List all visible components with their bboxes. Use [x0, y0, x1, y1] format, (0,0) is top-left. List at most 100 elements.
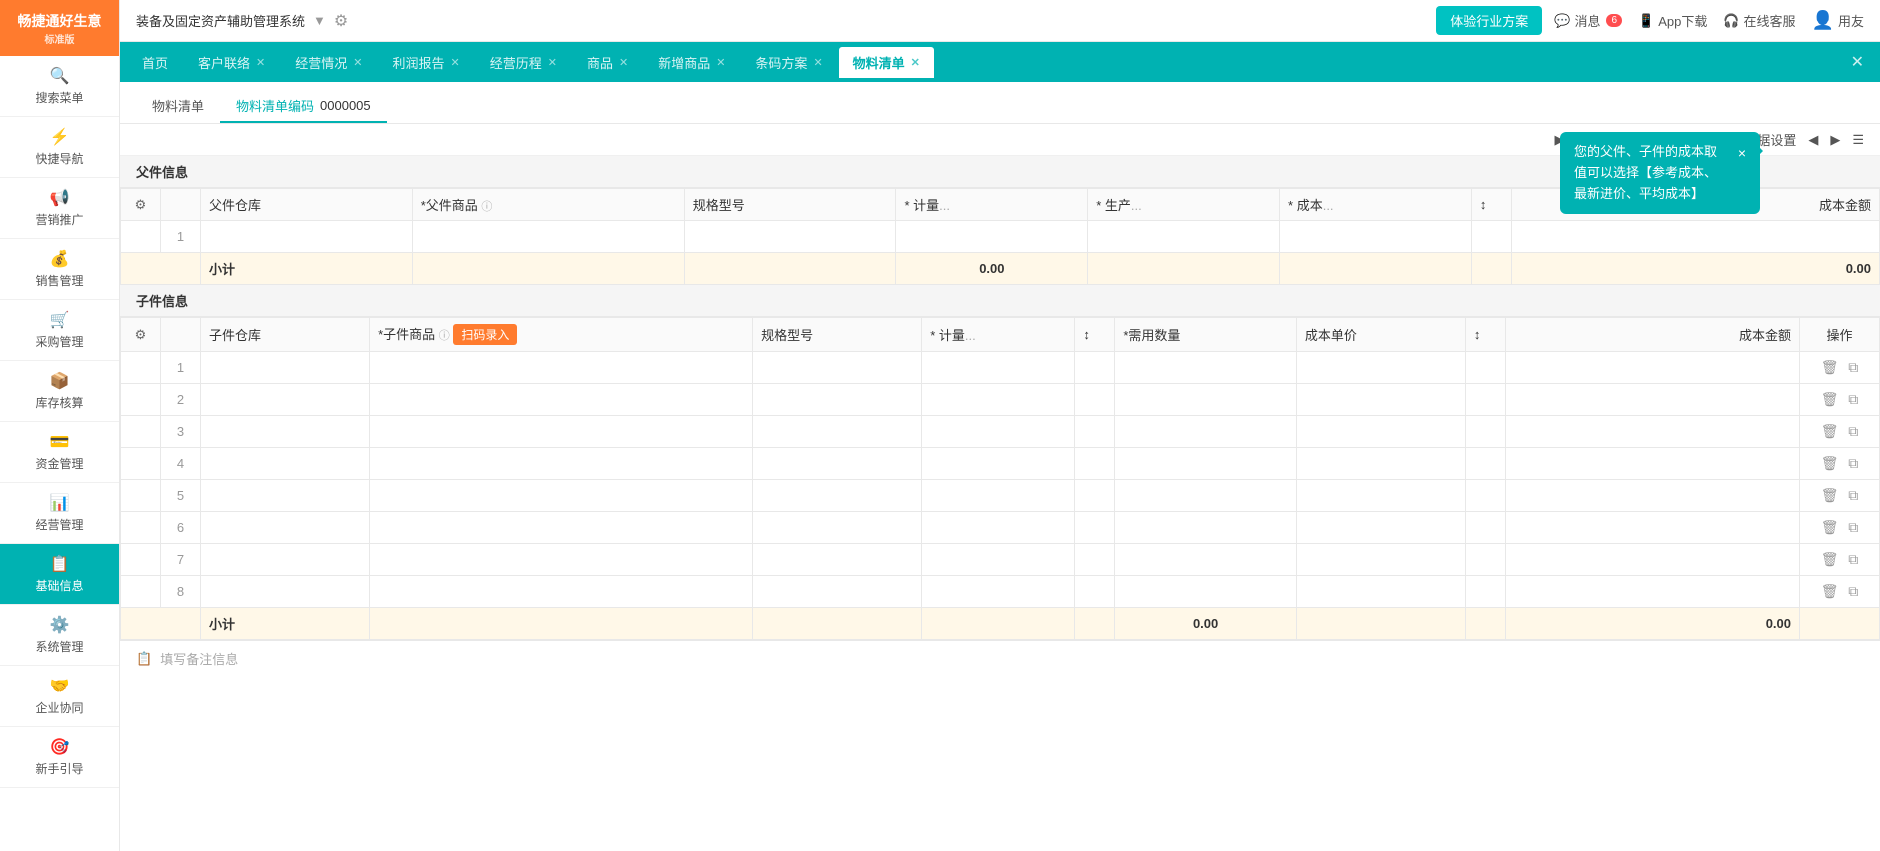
- nav-tab-bom[interactable]: 物料清单✕: [839, 47, 934, 78]
- close-tab-barcode[interactable]: ✕: [813, 56, 822, 69]
- child-goods-cell-1[interactable]: [370, 352, 753, 384]
- child-spec-cell-5[interactable]: [753, 480, 922, 512]
- nav-prev-btn[interactable]: ◀: [1808, 132, 1818, 148]
- child-spec-cell-6[interactable]: [753, 512, 922, 544]
- child-qty-cell-5[interactable]: [1115, 480, 1296, 512]
- child-goods-cell-8[interactable]: [370, 576, 753, 608]
- sidebar-item-basic[interactable]: 📋基础信息: [0, 544, 119, 605]
- delete-row-2[interactable]: 🗑: [1821, 391, 1839, 407]
- child-qty-cell-2[interactable]: [1115, 384, 1296, 416]
- child-goods-cell-6[interactable]: [370, 512, 753, 544]
- child-unit-cell-5[interactable]: [922, 480, 1075, 512]
- nav-tab-profit[interactable]: 利润报告✕: [378, 47, 473, 78]
- child-unit-cell-4[interactable]: [922, 448, 1075, 480]
- child-unit-cell-2[interactable]: [922, 384, 1075, 416]
- child-spec-cell-3[interactable]: [753, 416, 922, 448]
- delete-row-7[interactable]: 🗑: [1821, 551, 1839, 567]
- parent-warehouse-cell[interactable]: [201, 221, 413, 253]
- child-goods-cell-4[interactable]: [370, 448, 753, 480]
- child-warehouse-cell-1[interactable]: [201, 352, 370, 384]
- child-warehouse-cell-2[interactable]: [201, 384, 370, 416]
- child-unit-cell-7[interactable]: [922, 544, 1075, 576]
- child-unit-price-cell-6[interactable]: [1296, 512, 1465, 544]
- delete-row-3[interactable]: 🗑: [1821, 423, 1839, 439]
- settings-icon[interactable]: ⚙: [334, 11, 348, 31]
- copy-row-3[interactable]: ⧉: [1848, 423, 1858, 439]
- child-qty-cell-7[interactable]: [1115, 544, 1296, 576]
- parent-unit-cell[interactable]: [896, 221, 1088, 253]
- close-tab-profit[interactable]: ✕: [451, 56, 460, 69]
- child-unit-price-cell-4[interactable]: [1296, 448, 1465, 480]
- user-menu[interactable]: 👤 用友: [1812, 10, 1864, 31]
- child-qty-cell-4[interactable]: [1115, 448, 1296, 480]
- child-unit-cell-8[interactable]: [922, 576, 1075, 608]
- sidebar-item-search[interactable]: 🔍搜索菜单: [0, 56, 119, 117]
- copy-row-6[interactable]: ⧉: [1848, 519, 1858, 535]
- child-qty-cell-3[interactable]: [1115, 416, 1296, 448]
- trial-btn[interactable]: 体验行业方案: [1436, 6, 1542, 35]
- child-warehouse-cell-3[interactable]: [201, 416, 370, 448]
- tooltip-close-btn[interactable]: ×: [1738, 142, 1746, 164]
- child-unit-price-cell-8[interactable]: [1296, 576, 1465, 608]
- child-qty-cell-8[interactable]: [1115, 576, 1296, 608]
- sidebar-item-collab[interactable]: 🤝企业协同: [0, 666, 119, 727]
- child-warehouse-cell-5[interactable]: [201, 480, 370, 512]
- child-unit-price-cell-3[interactable]: [1296, 416, 1465, 448]
- child-unit-price-cell-2[interactable]: [1296, 384, 1465, 416]
- notes-text[interactable]: 填写备注信息: [160, 649, 238, 668]
- nav-tab-operations[interactable]: 经营情况✕: [281, 47, 376, 78]
- child-unit-price-cell-5[interactable]: [1296, 480, 1465, 512]
- child-col-settings[interactable]: ⚙: [121, 318, 161, 352]
- child-unit-price-cell-7[interactable]: [1296, 544, 1465, 576]
- online-service-btn[interactable]: 🎧 在线客服: [1723, 11, 1795, 30]
- parent-cost-cell[interactable]: [1280, 221, 1472, 253]
- close-all-tabs[interactable]: ✕: [1843, 52, 1872, 72]
- close-tab-history[interactable]: ✕: [548, 56, 557, 69]
- sidebar-item-quicknav[interactable]: ⚡快捷导航: [0, 117, 119, 178]
- parent-produce-cell[interactable]: [1088, 221, 1280, 253]
- child-warehouse-cell-6[interactable]: [201, 512, 370, 544]
- delete-row-4[interactable]: 🗑: [1821, 455, 1839, 471]
- child-spec-cell-2[interactable]: [753, 384, 922, 416]
- copy-row-1[interactable]: ⧉: [1848, 359, 1858, 375]
- nav-tab-goods[interactable]: 商品✕: [573, 47, 642, 78]
- sub-tab-list[interactable]: 物料清单: [136, 90, 220, 123]
- nav-tab-history[interactable]: 经营历程✕: [476, 47, 571, 78]
- sidebar-item-sales[interactable]: 💰销售管理: [0, 239, 119, 300]
- child-unit-cell-3[interactable]: [922, 416, 1075, 448]
- child-warehouse-cell-4[interactable]: [201, 448, 370, 480]
- sub-tab-detail[interactable]: 物料清单编码 0000005: [220, 90, 387, 123]
- child-unit-price-cell-1[interactable]: [1296, 352, 1465, 384]
- scan-btn[interactable]: 扫码录入: [453, 324, 517, 345]
- child-unit-cell-1[interactable]: [922, 352, 1075, 384]
- nav-tab-home[interactable]: 首页: [128, 47, 182, 78]
- child-goods-cell-2[interactable]: [370, 384, 753, 416]
- nav-tab-customers[interactable]: 客户联络✕: [184, 47, 279, 78]
- child-spec-cell-8[interactable]: [753, 576, 922, 608]
- close-tab-bom[interactable]: ✕: [911, 56, 920, 69]
- delete-row-1[interactable]: 🗑: [1821, 359, 1839, 375]
- child-qty-cell-6[interactable]: [1115, 512, 1296, 544]
- sidebar-item-marketing[interactable]: 📢营销推广: [0, 178, 119, 239]
- child-spec-cell-7[interactable]: [753, 544, 922, 576]
- copy-row-4[interactable]: ⧉: [1848, 455, 1858, 471]
- close-tab-customers[interactable]: ✕: [256, 56, 265, 69]
- parent-spec-cell[interactable]: [684, 221, 896, 253]
- nav-tab-new_goods[interactable]: 新增商品✕: [644, 47, 739, 78]
- app-download-btn[interactable]: 📱 App下载: [1638, 11, 1707, 30]
- close-tab-operations[interactable]: ✕: [353, 56, 362, 69]
- copy-row-7[interactable]: ⧉: [1848, 551, 1858, 567]
- grid-view-btn[interactable]: ☰: [1852, 132, 1864, 148]
- nav-tab-barcode[interactable]: 条码方案✕: [741, 47, 836, 78]
- dropdown-icon[interactable]: ▼: [313, 13, 326, 28]
- child-warehouse-cell-8[interactable]: [201, 576, 370, 608]
- child-spec-cell-4[interactable]: [753, 448, 922, 480]
- parent-col-settings[interactable]: ⚙: [121, 189, 161, 221]
- child-unit-cell-6[interactable]: [922, 512, 1075, 544]
- child-goods-cell-3[interactable]: [370, 416, 753, 448]
- close-tab-goods[interactable]: ✕: [619, 56, 628, 69]
- messages-btn[interactable]: 💬 消息 6: [1554, 11, 1622, 30]
- delete-row-6[interactable]: 🗑: [1821, 519, 1839, 535]
- child-goods-cell-7[interactable]: [370, 544, 753, 576]
- delete-row-5[interactable]: 🗑: [1821, 487, 1839, 503]
